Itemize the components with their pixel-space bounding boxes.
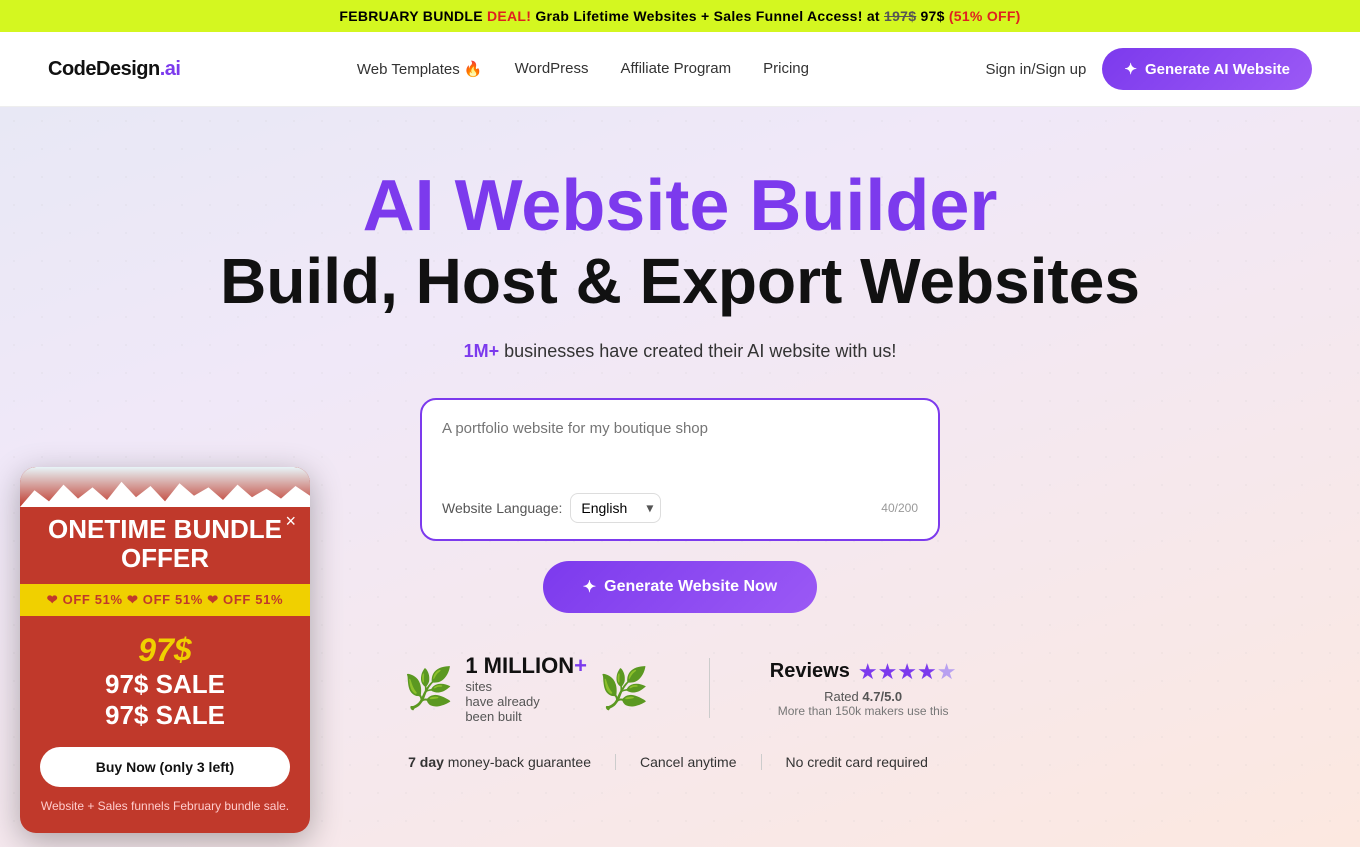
signin-link[interactable]: Sign in/Sign up bbox=[985, 61, 1086, 78]
popup-buy-button[interactable]: Buy Now (only 3 left) bbox=[40, 747, 290, 787]
language-selector: Website Language: English Spanish French… bbox=[442, 493, 661, 523]
reviews-block: Reviews ★★★★★ Rated 4.7/5.0 More than 15… bbox=[770, 659, 957, 718]
guarantee-no-credit: No credit card required bbox=[762, 754, 952, 770]
stat-million-text: 1 MILLION+ sites have already been built bbox=[465, 653, 587, 724]
bundle-popup: × ONETIME BUNDLE OFFER ❤ OFF 51% ❤ OFF 5… bbox=[20, 467, 310, 833]
sparkle-icon: ✦ bbox=[1124, 60, 1137, 78]
stat-number: 1 MILLION+ bbox=[465, 653, 587, 679]
nav-links: Web Templates 🔥 WordPress Affiliate Prog… bbox=[357, 60, 809, 79]
reviews-title: Reviews bbox=[770, 660, 850, 683]
banner-at: at bbox=[867, 8, 884, 24]
guarantee-7day: 7 day money-back guarantee bbox=[408, 754, 616, 770]
char-count: 40/200 bbox=[881, 501, 918, 515]
guarantees: 7 day money-back guarantee Cancel anytim… bbox=[408, 754, 952, 770]
hero-title-ai: AI Website Builder bbox=[363, 167, 998, 246]
banner-new-price: 97$ bbox=[920, 8, 944, 24]
generate-ai-website-button[interactable]: ✦ Generate AI Website bbox=[1102, 48, 1312, 90]
top-banner: FEBRUARY BUNDLE DEAL! Grab Lifetime Webs… bbox=[0, 0, 1360, 32]
stats-divider bbox=[709, 658, 710, 718]
guarantee-7day-bold: 7 day bbox=[408, 754, 444, 770]
stats-row: 🌿 1 MILLION+ sites have already been bui… bbox=[404, 653, 957, 724]
logo-suffix: .ai bbox=[160, 58, 181, 80]
generate-website-btn-label: Generate Website Now bbox=[604, 578, 777, 596]
guarantee-cancel: Cancel anytime bbox=[616, 754, 762, 770]
popup-title: ONETIME BUNDLE OFFER bbox=[40, 515, 290, 572]
nav-right: Sign in/Sign up ✦ Generate AI Website bbox=[985, 48, 1312, 90]
language-select[interactable]: English Spanish French German bbox=[570, 493, 661, 523]
popup-price-main: 97$ bbox=[40, 632, 290, 669]
popup-prices: 97$ 97$ SALE 97$ SALE bbox=[40, 632, 290, 731]
banner-deal-word: DEAL! bbox=[487, 8, 531, 24]
nav-affiliate[interactable]: Affiliate Program bbox=[621, 60, 732, 77]
makers-text: More than 150k makers use this bbox=[770, 704, 957, 718]
input-box-footer: Website Language: English Spanish French… bbox=[442, 493, 918, 523]
logo-text: CodeDesign bbox=[48, 58, 160, 80]
popup-price-sale-2: 97$ SALE bbox=[40, 700, 290, 731]
stat-million: 🌿 1 MILLION+ sites have already been bui… bbox=[404, 653, 649, 724]
generate-btn-label: Generate AI Website bbox=[1145, 61, 1290, 78]
banner-message: Grab Lifetime Websites + Sales Funnel Ac… bbox=[535, 8, 862, 24]
hero-tagline-rest: businesses have created their AI website… bbox=[499, 341, 896, 361]
nav-web-templates[interactable]: Web Templates 🔥 bbox=[357, 61, 483, 78]
language-label: Website Language: bbox=[442, 500, 562, 516]
star-rating: ★★★★★ bbox=[858, 659, 957, 685]
stat-label: sites have already been built bbox=[465, 679, 587, 724]
hero-tagline: 1M+ businesses have created their AI web… bbox=[464, 341, 897, 362]
banner-bundle: FEBRUARY BUNDLE bbox=[339, 8, 482, 24]
generate-sparkle-icon: ✦ bbox=[583, 577, 596, 597]
popup-inner: ONETIME BUNDLE OFFER ❤ OFF 51% ❤ OFF 51%… bbox=[20, 467, 310, 833]
popup-footer: Website + Sales funnels February bundle … bbox=[40, 799, 290, 813]
navbar: CodeDesign.ai Web Templates 🔥 WordPress … bbox=[0, 32, 1360, 107]
hero-tagline-bold: 1M+ bbox=[464, 341, 500, 361]
leaf-right-icon: 🌿 bbox=[599, 665, 649, 712]
nav-pricing[interactable]: Pricing bbox=[763, 60, 809, 77]
popup-price-sale-1: 97$ SALE bbox=[40, 669, 290, 700]
language-wrapper: English Spanish French German bbox=[570, 493, 661, 523]
banner-discount: (51% OFF) bbox=[949, 8, 1021, 24]
rated-text: Rated 4.7/5.0 bbox=[770, 689, 957, 704]
banner-old-price: 197$ bbox=[884, 8, 916, 24]
hero-section: × ONETIME BUNDLE OFFER ❤ OFF 51% ❤ OFF 5… bbox=[0, 107, 1360, 847]
hero-title-sub: Build, Host & Export Websites bbox=[220, 246, 1140, 316]
logo[interactable]: CodeDesign.ai bbox=[48, 58, 180, 81]
website-input-box: Website Language: English Spanish French… bbox=[420, 398, 940, 541]
website-description-input[interactable] bbox=[442, 420, 918, 480]
generate-website-button[interactable]: ✦ Generate Website Now bbox=[543, 561, 818, 613]
nav-wordpress[interactable]: WordPress bbox=[515, 60, 589, 77]
popup-banner: ❤ OFF 51% ❤ OFF 51% ❤ OFF 51% bbox=[20, 584, 310, 616]
leaf-left-icon: 🌿 bbox=[404, 665, 454, 712]
